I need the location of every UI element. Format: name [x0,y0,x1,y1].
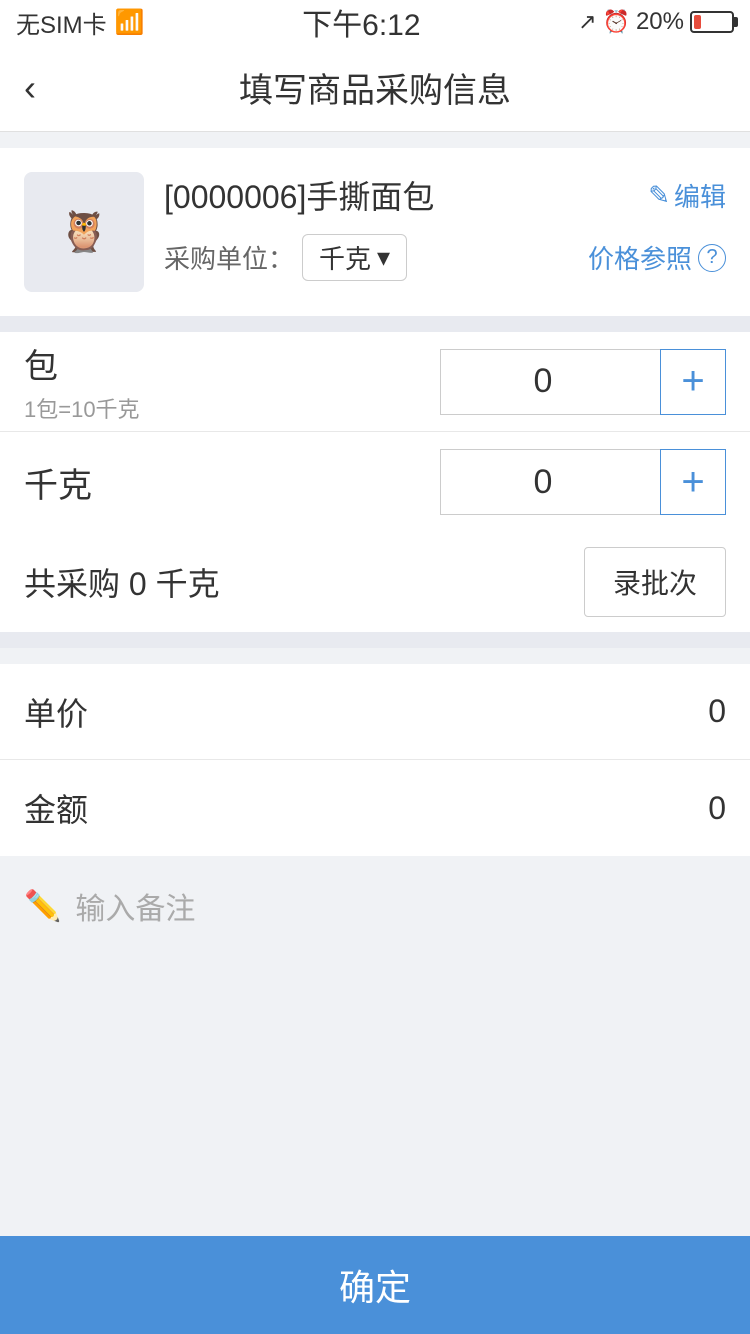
product-card: 🦉 [0000006]手撕面包 ✎ 编辑 采购单位： 千克 ▾ 价格参照 ? [0,148,750,316]
status-bar: 无SIM卡 📶 下午6:12 ↗ ⏰ 20% [0,0,750,44]
unit-select[interactable]: 千克 ▾ [302,234,407,281]
package-row: 包 1包=10千克 + [0,332,750,432]
package-plus-button[interactable]: + [660,349,726,415]
quantity-section: 包 1包=10千克 + 千克 + [0,332,750,532]
total-row: 共采购 0 千克 录批次 [0,532,750,632]
remark-placeholder: 输入备注 [75,884,195,928]
alarm-icon: ⏰ [603,9,630,35]
amount-label: 金额 [24,785,88,831]
divider-1 [0,316,750,332]
unit-price-row: 单价 0 [0,664,750,760]
kg-row: 千克 + [0,432,750,532]
price-section: 单价 0 金额 0 [0,664,750,856]
nav-bar: ‹ 填写商品采购信息 [0,44,750,132]
purchase-unit-label: 采购单位： 千克 ▾ [164,234,407,281]
product-logo: 🦉 [59,212,109,252]
amount-value: 0 [708,790,726,827]
battery-percent: 20% [636,8,684,36]
total-value: 0 [129,566,147,602]
batch-button[interactable]: 录批次 [584,547,726,617]
pencil-icon: ✏️ [24,889,61,924]
info-icon: ? [698,244,726,272]
price-ref-label: 价格参照 [588,239,692,276]
product-image: 🦉 [24,172,144,292]
edit-label: 编辑 [674,177,726,214]
edit-icon: ✎ [648,180,670,211]
total-label: 共采购 [24,566,120,602]
product-name: [0000006]手撕面包 [164,172,434,218]
kg-input[interactable] [440,449,660,515]
purchase-unit-row: 采购单位： 千克 ▾ 价格参照 ? [164,234,726,281]
product-title-row: [0000006]手撕面包 ✎ 编辑 [164,172,726,218]
kg-label: 千克 [24,458,104,507]
amount-row: 金额 0 [0,760,750,856]
page-title: 填写商品采购信息 [239,63,511,112]
product-info: [0000006]手撕面包 ✎ 编辑 采购单位： 千克 ▾ 价格参照 ? [164,172,726,281]
chevron-down-icon: ▾ [377,242,390,273]
kg-label-main: 千克 [24,458,104,507]
location-icon: ↗ [578,9,596,35]
back-button[interactable]: ‹ [24,67,36,109]
kg-plus-button[interactable]: + [660,449,726,515]
empty-space [0,956,750,1276]
kg-input-wrap: + [440,449,726,515]
battery-fill [694,15,701,29]
unit-price-label: 单价 [24,689,88,735]
package-label: 包 1包=10千克 [24,339,140,424]
status-right: ↗ ⏰ 20% [578,8,734,36]
edit-button[interactable]: ✎ 编辑 [648,177,726,214]
total-unit: 千克 [156,566,220,602]
confirm-button[interactable]: 确定 [0,1236,750,1334]
unit-value: 千克 [319,239,371,276]
price-ref-button[interactable]: 价格参照 ? [588,239,726,276]
status-left: 无SIM卡 📶 [16,5,145,40]
remark-section[interactable]: ✏️ 输入备注 [0,856,750,956]
total-text: 共采购 0 千克 [24,559,220,605]
package-input[interactable] [440,349,660,415]
package-input-wrap: + [440,349,726,415]
battery-icon [690,11,734,33]
status-time: 下午6:12 [302,0,420,44]
package-label-sub: 1包=10千克 [24,392,140,424]
wifi-icon: 📶 [115,8,145,37]
unit-price-value: 0 [708,693,726,730]
carrier-text: 无SIM卡 [16,5,107,40]
package-label-main: 包 [24,339,140,388]
divider-2 [0,632,750,648]
purchase-unit-text: 采购单位： [164,239,294,276]
